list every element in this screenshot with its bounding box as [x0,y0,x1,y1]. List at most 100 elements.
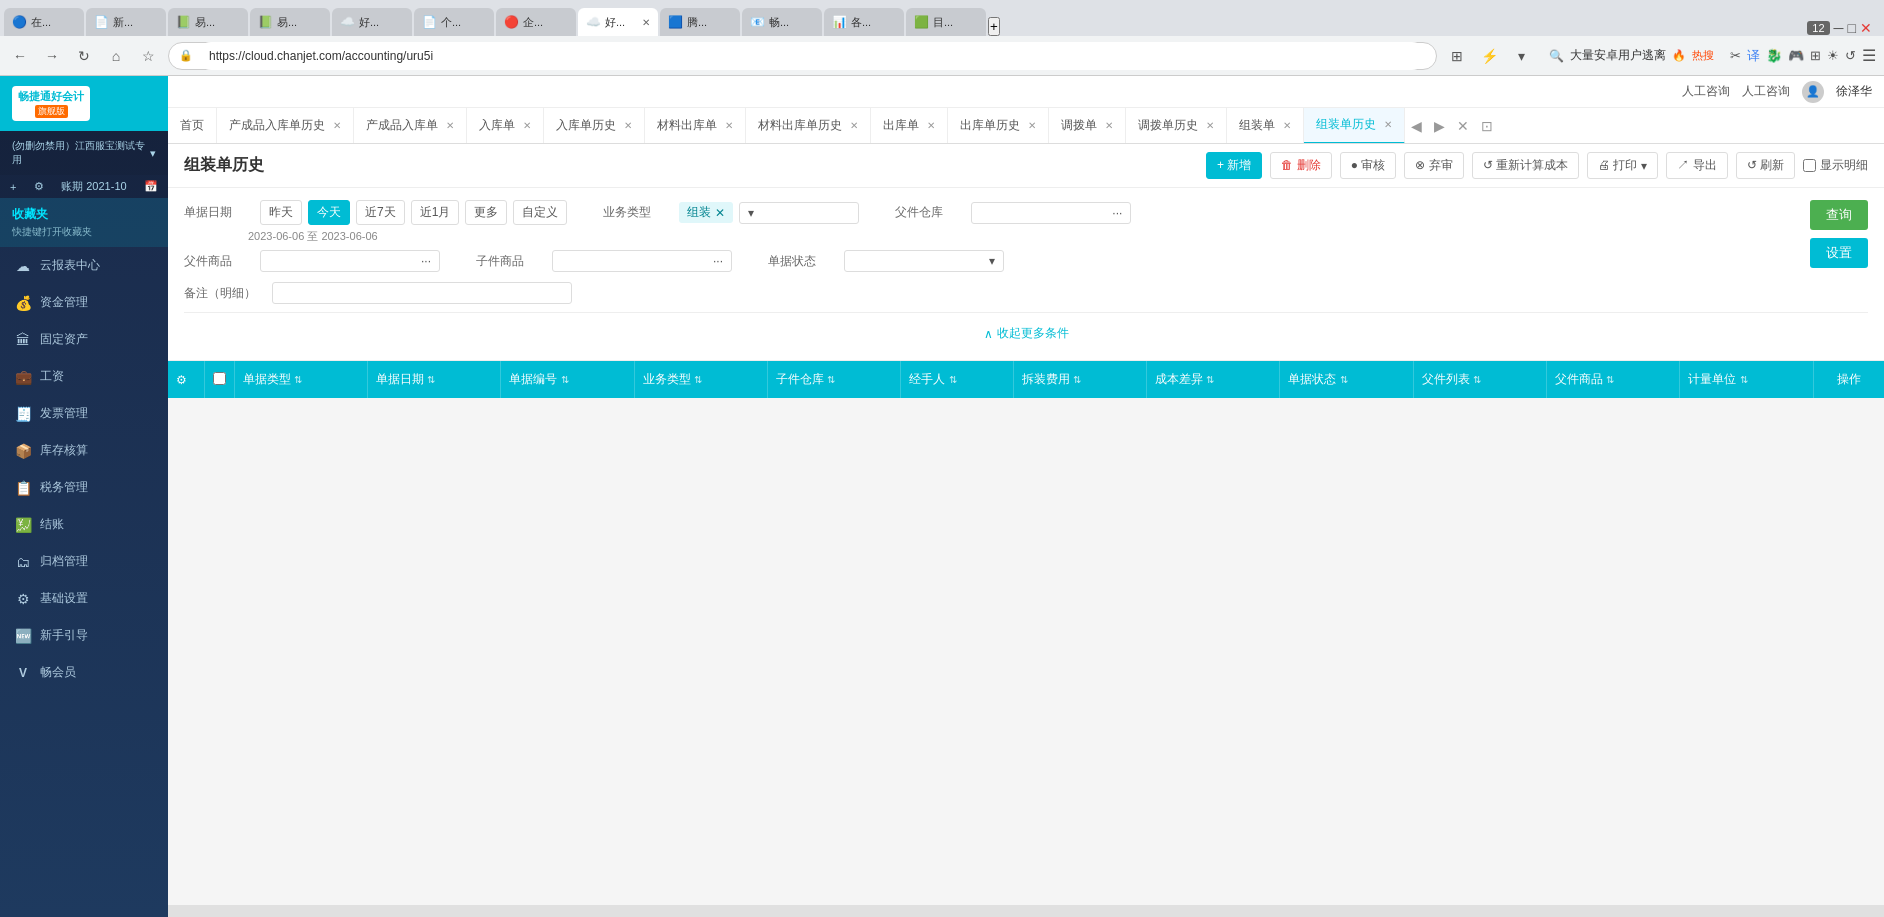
th-parent-list[interactable]: 父件列表 ⇅ [1413,361,1546,398]
print-button[interactable]: 🖨 打印 ▾ [1587,152,1658,179]
sidebar-item-inventory[interactable]: 📦 库存核算 [0,432,168,469]
more-icon-parent[interactable]: ··· [421,254,431,268]
sub-tab-outbound-history[interactable]: 出库单历史 ✕ [948,108,1049,144]
th-doc-type[interactable]: 单据类型 ⇅ [234,361,367,398]
th-cost-diff[interactable]: 成本差异 ⇅ [1146,361,1279,398]
parent-item-select[interactable]: ··· [260,250,440,272]
sub-tab-close-11[interactable]: ✕ [1283,120,1291,131]
sub-tab-transfer[interactable]: 调拨单 ✕ [1049,108,1126,144]
tab-8[interactable]: ☁️ 好... ✕ [578,8,658,36]
th-settings[interactable]: ⚙ [168,361,204,398]
customer-service-text[interactable]: 人工咨询 [1742,83,1790,100]
today-btn[interactable]: 今天 [308,200,350,225]
sidebar-item-membership[interactable]: V 畅会员 [0,654,168,691]
back-button[interactable]: ← [8,44,32,68]
parent-warehouse-select[interactable]: ··· [971,202,1131,224]
biz-type-tag-close[interactable]: ✕ [715,206,725,220]
new-tab-button[interactable]: + [988,17,1000,36]
calendar-icon[interactable]: 📅 [144,180,158,193]
sub-tab-inbound[interactable]: 入库单 ✕ [467,108,544,144]
custom-date-btn[interactable]: 自定义 [513,200,567,225]
sub-tab-close-8[interactable]: ✕ [1028,120,1036,131]
select-all-checkbox[interactable] [213,372,226,385]
biz-type-select[interactable]: ▾ [739,202,859,224]
sub-tab-close-2[interactable]: ✕ [446,120,454,131]
query-button[interactable]: 查询 [1810,200,1868,230]
address-input[interactable] [197,42,1426,70]
close-window-btn[interactable]: ✕ [1860,20,1872,36]
sidebar-item-guide[interactable]: 🆕 新手引导 [0,617,168,654]
tab-10[interactable]: 📧 畅... [742,8,822,36]
game-icon[interactable]: 🎮 [1788,48,1804,63]
sub-tab-assembly-history[interactable]: 组装单历史 ✕ [1304,108,1405,144]
sub-tab-close-10[interactable]: ✕ [1206,120,1214,131]
minimize-btn[interactable]: ─ [1834,20,1844,36]
display-toggle-checkbox[interactable] [1803,159,1816,172]
tab-5[interactable]: ☁️ 好... [332,8,412,36]
horizontal-scrollbar[interactable] [168,905,1884,917]
refresh-button[interactable]: ↺ 刷新 [1736,152,1795,179]
print-dropdown-icon[interactable]: ▾ [1641,159,1647,173]
reload-button[interactable]: ↻ [72,44,96,68]
company-selector[interactable]: (勿删勿禁用）江西服宝测试专用 ▾ [0,131,168,175]
th-parent-item[interactable]: 父件商品 ⇅ [1546,361,1679,398]
sun-icon[interactable]: ☀ [1827,48,1839,63]
more-date-btn[interactable]: 更多 [465,200,507,225]
sidebar-item-salary[interactable]: 💼 工资 [0,358,168,395]
th-checkbox[interactable] [204,361,234,398]
sub-tab-close-5[interactable]: ✕ [725,120,733,131]
th-unit[interactable]: 计量单位 ⇅ [1680,361,1813,398]
yesterday-btn[interactable]: 昨天 [260,200,302,225]
sub-tabs-more[interactable]: ⊡ [1475,118,1499,134]
display-toggle[interactable]: 显示明细 [1803,157,1868,174]
sub-tab-close-3[interactable]: ✕ [523,120,531,131]
th-doc-date[interactable]: 单据日期 ⇅ [367,361,500,398]
sidebar-item-settlement[interactable]: 💹 结账 [0,506,168,543]
th-doc-status[interactable]: 单据状态 ⇅ [1280,361,1413,398]
sub-tabs-prev[interactable]: ◀ [1405,118,1428,134]
sub-tab-close-12[interactable]: ✕ [1384,119,1392,130]
tab-11[interactable]: 📊 各... [824,8,904,36]
tab-12[interactable]: 🟩 目... [906,8,986,36]
bookmark-button[interactable]: ☆ [136,44,160,68]
tab-6[interactable]: 📄 个... [414,8,494,36]
dropdown-button[interactable]: ▾ [1509,44,1533,68]
sidebar-item-tax[interactable]: 📋 税务管理 [0,469,168,506]
th-biz-type[interactable]: 业务类型 ⇅ [634,361,767,398]
new-button[interactable]: + 新增 [1206,152,1262,179]
sub-tab-transfer-history[interactable]: 调拨单历史 ✕ [1126,108,1227,144]
sub-tab-material-outbound[interactable]: 材料出库单 ✕ [645,108,746,144]
sub-tab-close-1[interactable]: ✕ [333,120,341,131]
recalculate-button[interactable]: ↺ 重新计算成本 [1472,152,1579,179]
sidebar-item-cloud-reports[interactable]: ☁ 云报表中心 [0,247,168,284]
scissors-icon[interactable]: ✂ [1730,48,1741,63]
more-icon[interactable]: ··· [1112,206,1122,220]
th-doc-no[interactable]: 单据编号 ⇅ [501,361,634,398]
tab-9[interactable]: 🟦 腾... [660,8,740,36]
sub-tab-home[interactable]: 首页 [168,108,217,144]
favorites-sub[interactable]: 快捷键打开收藏夹 [12,225,156,239]
plus-icon[interactable]: + [10,181,16,193]
sub-tab-inbound-history[interactable]: 入库单历史 ✕ [544,108,645,144]
tab-2[interactable]: 📄 新... [86,8,166,36]
sidebar-item-invoice[interactable]: 🧾 发票管理 [0,395,168,432]
th-child-warehouse[interactable]: 子件仓库 ⇅ [767,361,900,398]
history-icon[interactable]: ↺ [1845,48,1856,63]
maximize-btn[interactable]: □ [1848,20,1856,36]
sidebar-item-settings[interactable]: ⚙ 基础设置 [0,580,168,617]
home-button[interactable]: ⌂ [104,44,128,68]
tab-4[interactable]: 📗 易... [250,8,330,36]
sidebar-item-funds[interactable]: 💰 资金管理 [0,284,168,321]
forward-button[interactable]: → [40,44,64,68]
last1month-btn[interactable]: 近1月 [411,200,460,225]
sidebar-item-fixed-assets[interactable]: 🏛 固定资产 [0,321,168,358]
more-icon-child[interactable]: ··· [713,254,723,268]
sub-tabs-close-all[interactable]: ✕ [1451,118,1475,134]
sub-tab-close-9[interactable]: ✕ [1105,120,1113,131]
sub-tab-product-inbound[interactable]: 产成品入库单 ✕ [354,108,467,144]
sub-tab-close-4[interactable]: ✕ [624,120,632,131]
sub-tab-close-6[interactable]: ✕ [850,120,858,131]
abandon-button[interactable]: ⊗ 弃审 [1404,152,1463,179]
lightning-button[interactable]: ⚡ [1477,44,1501,68]
filter-settings-button[interactable]: 设置 [1810,238,1868,268]
